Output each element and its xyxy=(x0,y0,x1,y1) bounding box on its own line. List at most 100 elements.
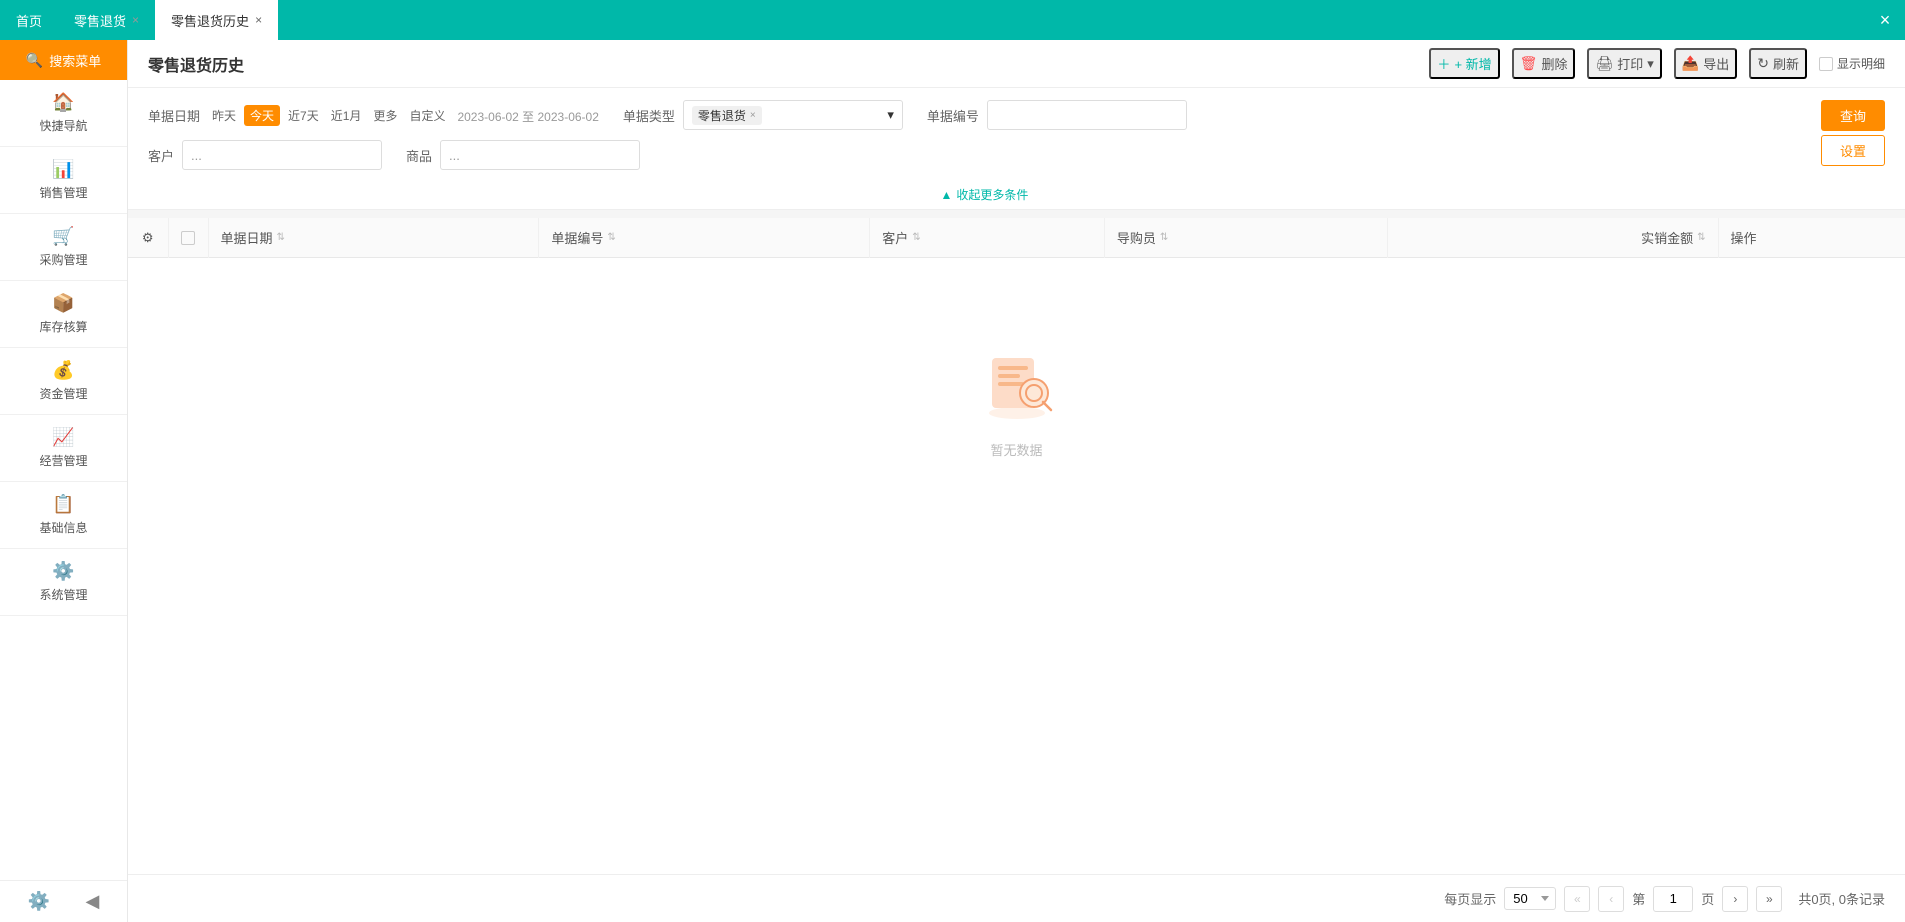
query-button[interactable]: 查询 xyxy=(1821,100,1885,131)
th-number-label: 单据编号 xyxy=(551,228,603,247)
main-layout: 🔍 搜索菜单 🏠 快捷导航 📊 销售管理 🛒 采购管理 📦 库存核算 💰 资金管… xyxy=(0,40,1905,922)
sidebar-item-basic-info[interactable]: 📋 基础信息 xyxy=(0,482,127,549)
first-page-btn[interactable]: « xyxy=(1564,886,1590,912)
filter-collapse-btn[interactable]: ▲ 收起更多条件 xyxy=(148,180,1821,209)
th-actions-label: 操作 xyxy=(1731,231,1757,246)
page-header: 零售退货历史 ＋ + 新增 🗑 删除 🖨 打印 ▾ 📤 导出 xyxy=(128,40,1905,88)
filter-collapse-label: 收起更多条件 xyxy=(956,186,1028,203)
page-actions: ＋ + 新增 🗑 删除 🖨 打印 ▾ 📤 导出 ↻ xyxy=(1429,48,1885,79)
window-close-button[interactable]: × xyxy=(1865,0,1905,40)
sidebar-item-quick-nav[interactable]: 🏠 快捷导航 xyxy=(0,80,127,147)
sidebar-item-basic-info-label: 基础信息 xyxy=(39,519,87,536)
date-shortcut-more[interactable]: 更多 xyxy=(369,105,401,126)
search-icon: 🔍 xyxy=(26,52,43,69)
goods-select[interactable]: ... xyxy=(440,140,640,170)
refresh-icon: ↻ xyxy=(1757,55,1769,72)
new-button[interactable]: ＋ + 新增 xyxy=(1429,48,1499,79)
tab-home[interactable]: 首页 xyxy=(0,0,58,40)
filter-customer-field: 客户 ... xyxy=(148,140,382,170)
sidebar-item-inventory[interactable]: 📦 库存核算 xyxy=(0,281,127,348)
th-gear[interactable]: ⚙ xyxy=(128,218,168,258)
sidebar-item-system[interactable]: ⚙️ 系统管理 xyxy=(0,549,127,616)
sidebar-item-quick-nav-label: 快捷导航 xyxy=(39,117,87,134)
total-info: 共0页, 0条记录 xyxy=(1798,889,1885,908)
new-button-label: + 新增 xyxy=(1454,54,1491,73)
sidebar-search-label: 搜索菜单 xyxy=(49,51,101,70)
tab-home-label: 首页 xyxy=(16,11,42,30)
print-button-label: 打印 xyxy=(1617,54,1643,73)
page-input[interactable] xyxy=(1653,886,1693,912)
type-tag-remove[interactable]: × xyxy=(750,110,756,121)
goods-label: 商品 xyxy=(406,146,432,165)
sidebar-item-operations-label: 经营管理 xyxy=(39,452,87,469)
collapse-icon[interactable]: ◀ xyxy=(85,891,99,912)
type-tag: 零售退货 × xyxy=(692,106,762,125)
sidebar-search[interactable]: 🔍 搜索菜单 xyxy=(0,40,127,80)
th-number[interactable]: 单据编号 ⇅ xyxy=(539,218,870,258)
tab-retail-return-history-close[interactable]: × xyxy=(255,13,262,27)
th-amount[interactable]: 实销金额 ⇅ xyxy=(1387,218,1718,258)
filter-goods-field: 商品 ... xyxy=(406,140,640,170)
date-shortcut-7days[interactable]: 近7天 xyxy=(284,105,323,126)
setting-button[interactable]: 设置 xyxy=(1821,135,1885,166)
delete-button[interactable]: 🗑 删除 xyxy=(1512,48,1576,79)
print-button[interactable]: 🖨 打印 ▾ xyxy=(1587,48,1661,79)
sidebar-bottom: ⚙️ ◀ xyxy=(0,880,127,922)
th-date[interactable]: 单据日期 ⇅ xyxy=(208,218,539,258)
customer-select[interactable]: ... xyxy=(182,140,382,170)
th-customer[interactable]: 客户 ⇅ xyxy=(870,218,1105,258)
date-shortcut-custom[interactable]: 自定义 xyxy=(405,105,449,126)
settings-icon[interactable]: ⚙️ xyxy=(28,891,50,912)
tab-retail-return[interactable]: 零售退货 × xyxy=(58,0,155,40)
date-range-display: 2023-06-02 至 2023-06-02 xyxy=(457,106,598,125)
delete-button-label: 删除 xyxy=(1541,54,1567,73)
page-suffix: 页 xyxy=(1701,889,1714,908)
show-detail-checkbox[interactable] xyxy=(1819,57,1833,71)
finance-icon: 💰 xyxy=(52,360,74,381)
type-select[interactable]: 零售退货 × ▾ xyxy=(683,100,903,130)
sort-date-icon: ⇅ xyxy=(277,232,285,243)
select-all-checkbox[interactable] xyxy=(181,231,195,245)
next-page-btn[interactable]: › xyxy=(1722,886,1748,912)
sort-number-icon: ⇅ xyxy=(607,232,615,243)
sidebar-item-operations[interactable]: 📈 经营管理 xyxy=(0,415,127,482)
system-icon: ⚙️ xyxy=(52,561,74,582)
last-page-btn[interactable]: » xyxy=(1756,886,1782,912)
customer-dots: ... xyxy=(191,148,202,163)
date-shortcuts: 昨天 今天 近7天 近1月 更多 自定义 xyxy=(208,105,449,126)
th-check[interactable] xyxy=(168,218,208,258)
sort-guide-icon: ⇅ xyxy=(1160,232,1168,243)
prev-page-btn[interactable]: ‹ xyxy=(1598,886,1624,912)
refresh-button[interactable]: ↻ 刷新 xyxy=(1749,48,1807,79)
date-range-value: 2023-06-02 至 2023-06-02 xyxy=(457,108,598,125)
th-date-label: 单据日期 xyxy=(221,228,273,247)
show-detail-wrap: 显示明细 xyxy=(1819,55,1885,72)
sidebar-item-finance[interactable]: 💰 资金管理 xyxy=(0,348,127,415)
inventory-icon: 📦 xyxy=(52,293,74,314)
per-page-select[interactable]: 20 50 100 xyxy=(1504,887,1556,910)
sidebar-item-inventory-label: 库存核算 xyxy=(39,318,87,335)
pagination: 每页显示 20 50 100 « ‹ 第 页 › » 共0页, 0条记录 xyxy=(128,874,1905,922)
export-button[interactable]: 📤 导出 xyxy=(1674,48,1737,79)
tab-retail-return-label: 零售退货 xyxy=(74,11,126,30)
show-detail-label: 显示明细 xyxy=(1837,55,1885,72)
data-table: ⚙ 单据日期 ⇅ 单据编号 xyxy=(128,218,1905,539)
sidebar-item-sales[interactable]: 📊 销售管理 xyxy=(0,147,127,214)
date-shortcut-today[interactable]: 今天 xyxy=(244,105,280,126)
date-shortcut-1month[interactable]: 近1月 xyxy=(327,105,366,126)
tab-retail-return-close[interactable]: × xyxy=(132,13,139,27)
gear-icon[interactable]: ⚙ xyxy=(142,230,154,245)
empty-state: 暂无数据 xyxy=(128,258,1905,539)
sidebar-item-purchase[interactable]: 🛒 采购管理 xyxy=(0,214,127,281)
number-input[interactable] xyxy=(987,100,1187,130)
th-customer-label: 客户 xyxy=(882,228,908,247)
customer-label: 客户 xyxy=(148,146,174,165)
refresh-button-label: 刷新 xyxy=(1773,54,1799,73)
th-guide[interactable]: 导购员 ⇅ xyxy=(1104,218,1387,258)
top-nav: 首页 零售退货 × 零售退货历史 × × xyxy=(0,0,1905,40)
filter-type-field: 单据类型 零售退货 × ▾ xyxy=(623,100,903,130)
tab-retail-return-history[interactable]: 零售退货历史 × xyxy=(155,0,278,40)
date-shortcut-yesterday[interactable]: 昨天 xyxy=(208,105,240,126)
export-button-label: 导出 xyxy=(1703,54,1729,73)
home-icon: 🏠 xyxy=(52,92,74,113)
